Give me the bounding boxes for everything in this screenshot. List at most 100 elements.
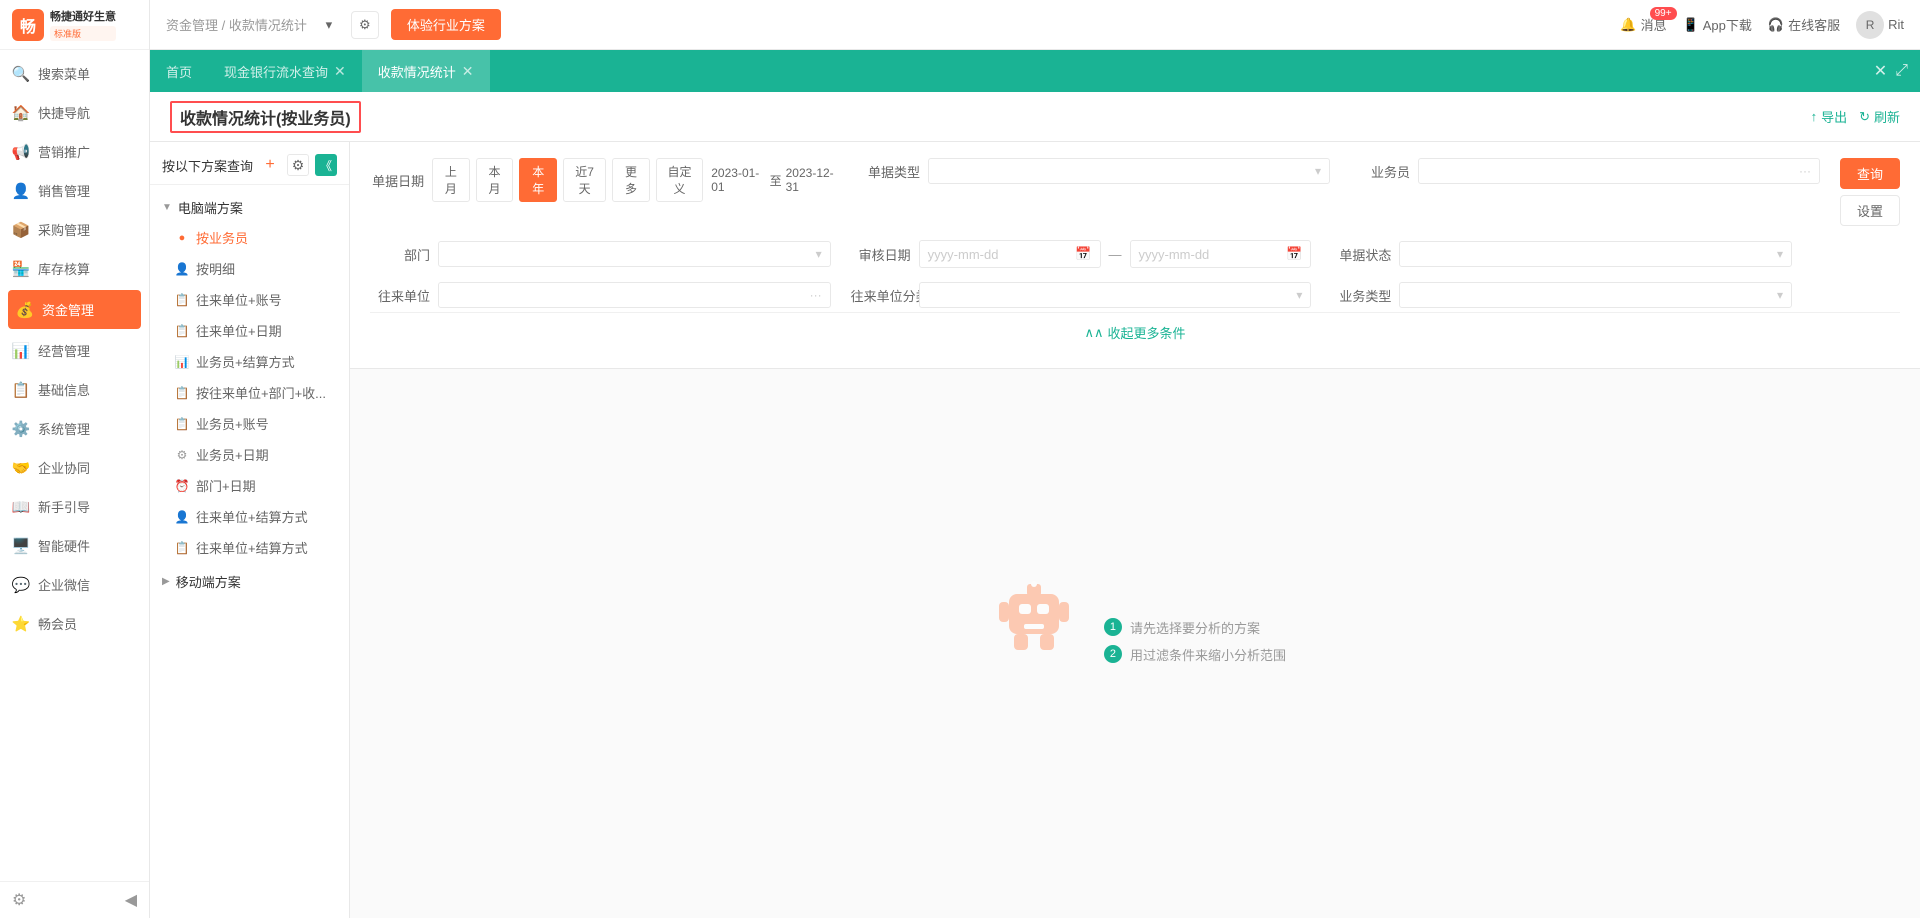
tab-collection-label: 收款情况统计 [378,62,456,81]
query-btn[interactable]: 查询 [1840,158,1900,189]
tree-item-salesman-account[interactable]: 📋 业务员+账号 [150,408,349,439]
tree-item-partner-method2[interactable]: 📋 往来单位+结算方式 [150,532,349,563]
messages-btn[interactable]: 🔔 消息 99+ [1620,15,1666,34]
user-btn[interactable]: R Rit [1856,11,1904,39]
system-icon: ⚙️ [12,420,30,438]
tree-item-salesman-date[interactable]: ⚙ 业务员+日期 [150,439,349,470]
review-date-start-input[interactable]: yyyy-mm-dd 📅 [919,240,1101,268]
tab-cashflow[interactable]: 现金银行流水查询 ✕ [208,50,362,92]
date-btn-this-year[interactable]: 本年 [519,158,557,202]
date-btn-prev-month[interactable]: 上月 [432,158,470,202]
tab-close-all-btn[interactable]: ✕ [1874,61,1887,81]
topbar-gear-btn[interactable]: ⚙ [351,11,379,39]
salesman-select[interactable]: ··· [1418,158,1820,184]
date-start: 2023-01-01 [711,166,765,194]
sidebar-item-label: 营销推广 [38,142,90,161]
tab-maximize-btn[interactable]: ⤢ [1895,62,1908,80]
tree-item-by-salesman[interactable]: ● 按业务员 [150,222,349,253]
export-btn[interactable]: ↑ 导出 [1811,107,1848,126]
sidebar-item-hardware[interactable]: 🖥️ 智能硬件 [0,526,149,565]
chevron-down-icon: ▼ [162,202,172,213]
breadcrumb-dropdown[interactable]: ▾ [319,15,339,35]
trial-btn[interactable]: 体验行业方案 [391,9,501,40]
sidebar-item-search[interactable]: 🔍 搜索菜单 [0,54,149,93]
refresh-btn[interactable]: ↻ 刷新 [1859,107,1900,126]
tree-item-label: 往来单位+日期 [196,321,282,340]
tree-group-mobile-label: 移动端方案 [176,572,241,591]
chevron-down-icon: ▾ [1315,164,1321,178]
empty-area: 1 请先选择要分析的方案 2 用过滤条件来缩小分析范围 [350,369,1920,918]
sidebar-nav: 🔍 搜索菜单 🏠 快捷导航 📢 营销推广 👤 销售管理 📦 采购管理 🏪 库存核… [0,50,149,881]
date-btn-custom[interactable]: 自定义 [656,158,703,202]
sidebar-item-purchase[interactable]: 📦 采购管理 [0,210,149,249]
sidebar-item-label: 快捷导航 [38,103,90,122]
tree-group-pc: ▼ 电脑端方案 ● 按业务员 👤 按明细 📋 往来单位+账号 [150,193,349,563]
basic-icon: 📋 [12,381,30,399]
filter-settings-btn[interactable]: 设置 [1840,195,1900,226]
online-service-btn[interactable]: 🎧 在线客服 [1768,15,1840,34]
sidebar-item-enterprise[interactable]: 🤝 企业协同 [0,448,149,487]
sidebar-item-system[interactable]: ⚙️ 系统管理 [0,409,149,448]
collapse-more-btn[interactable]: ∧∧ 收起更多条件 [370,312,1900,352]
review-date-end-input[interactable]: yyyy-mm-dd 📅 [1130,240,1312,268]
dept-select[interactable]: ▾ [438,241,831,267]
sidebar-item-inventory[interactable]: 🏪 库存核算 [0,249,149,288]
panel-settings-btn[interactable]: ⚙ [287,154,309,176]
sidebar-item-member[interactable]: ⭐ 畅会员 [0,604,149,643]
doc-type-select[interactable]: ▾ [928,158,1330,184]
tab-home[interactable]: 首页 [150,50,208,92]
tip-text-1: 请先选择要分析的方案 [1130,618,1260,637]
date-btn-this-month[interactable]: 本月 [476,158,514,202]
tree-item-partner-date[interactable]: 📋 往来单位+日期 [150,315,349,346]
sidebar-item-finance[interactable]: 💰 资金管理 [8,290,141,329]
tree-item-partner-account[interactable]: 📋 往来单位+账号 [150,284,349,315]
sidebar-item-operation[interactable]: 📊 经营管理 [0,331,149,370]
inventory-icon: 🏪 [12,260,30,278]
business-type-select[interactable]: ▾ [1399,282,1792,308]
sidebar-collapse-icon[interactable]: ◀ [125,890,137,910]
date-separator: 至 [770,172,782,189]
tree-item-salesman-method[interactable]: 📊 业务员+结算方式 [150,346,349,377]
tree-item-label: 往来单位+账号 [196,290,282,309]
tab-collection[interactable]: 收款情况统计 ✕ [362,50,490,92]
logo-icon: 畅 [12,9,44,41]
doc-status-select[interactable]: ▾ [1399,241,1792,267]
tree-group-pc-header[interactable]: ▼ 电脑端方案 [150,193,349,222]
tree-group-mobile-header[interactable]: ▶ 移动端方案 [150,567,349,596]
partner-select[interactable]: ··· [438,282,831,308]
sidebar-settings-icon[interactable]: ⚙ [12,890,26,910]
tree-item-dept-date[interactable]: ⏰ 部门+日期 [150,470,349,501]
tab-cashflow-close[interactable]: ✕ [334,63,346,80]
tree-item-by-detail[interactable]: 👤 按明细 [150,253,349,284]
sidebar-item-guide[interactable]: 📖 新手引导 [0,487,149,526]
sidebar-item-marketing[interactable]: 📢 营销推广 [0,132,149,171]
panel-add-btn[interactable]: + [259,154,281,176]
sidebar-item-label: 经营管理 [38,341,90,360]
sidebar-item-wechat[interactable]: 💬 企业微信 [0,565,149,604]
panel-collapse-btn[interactable]: 《 [315,154,337,176]
tree-item-partner-method1[interactable]: 👤 往来单位+结算方式 [150,501,349,532]
date-placeholder: yyyy-mm-dd [928,247,999,262]
tree-item-label: 业务员+账号 [196,414,269,433]
mobile-icon: 📱 [1683,17,1699,33]
chevron-right-icon: ▶ [162,576,170,587]
finance-icon: 💰 [16,301,34,319]
tree-item-partner-dept[interactable]: 📋 按往来单位+部门+收... [150,377,349,408]
partner-category-select[interactable]: ▾ [919,282,1312,308]
breadcrumb: 资金管理 / 收款情况统计 [166,15,307,34]
date-btn-7days[interactable]: 近7天 [563,158,606,202]
sidebar-item-sales[interactable]: 👤 销售管理 [0,171,149,210]
tree-item-label: 业务员+结算方式 [196,352,295,371]
date-btn-more[interactable]: 更多 [612,158,650,202]
marketing-icon: 📢 [12,143,30,161]
app-download-btn[interactable]: 📱 App下载 [1683,15,1752,34]
date-dash: — [1109,247,1122,262]
more-icon: ··· [810,288,822,302]
tip-text-2: 用过滤条件来缩小分析范围 [1130,645,1286,664]
left-panel-header: 按以下方案查询 + ⚙ 《 [150,142,349,185]
sidebar-item-shortcut[interactable]: 🏠 快捷导航 [0,93,149,132]
tree-group-mobile: ▶ 移动端方案 [150,567,349,596]
sidebar-item-basic[interactable]: 📋 基础信息 [0,370,149,409]
sidebar-item-label: 销售管理 [38,181,90,200]
tab-collection-close[interactable]: ✕ [462,63,474,80]
